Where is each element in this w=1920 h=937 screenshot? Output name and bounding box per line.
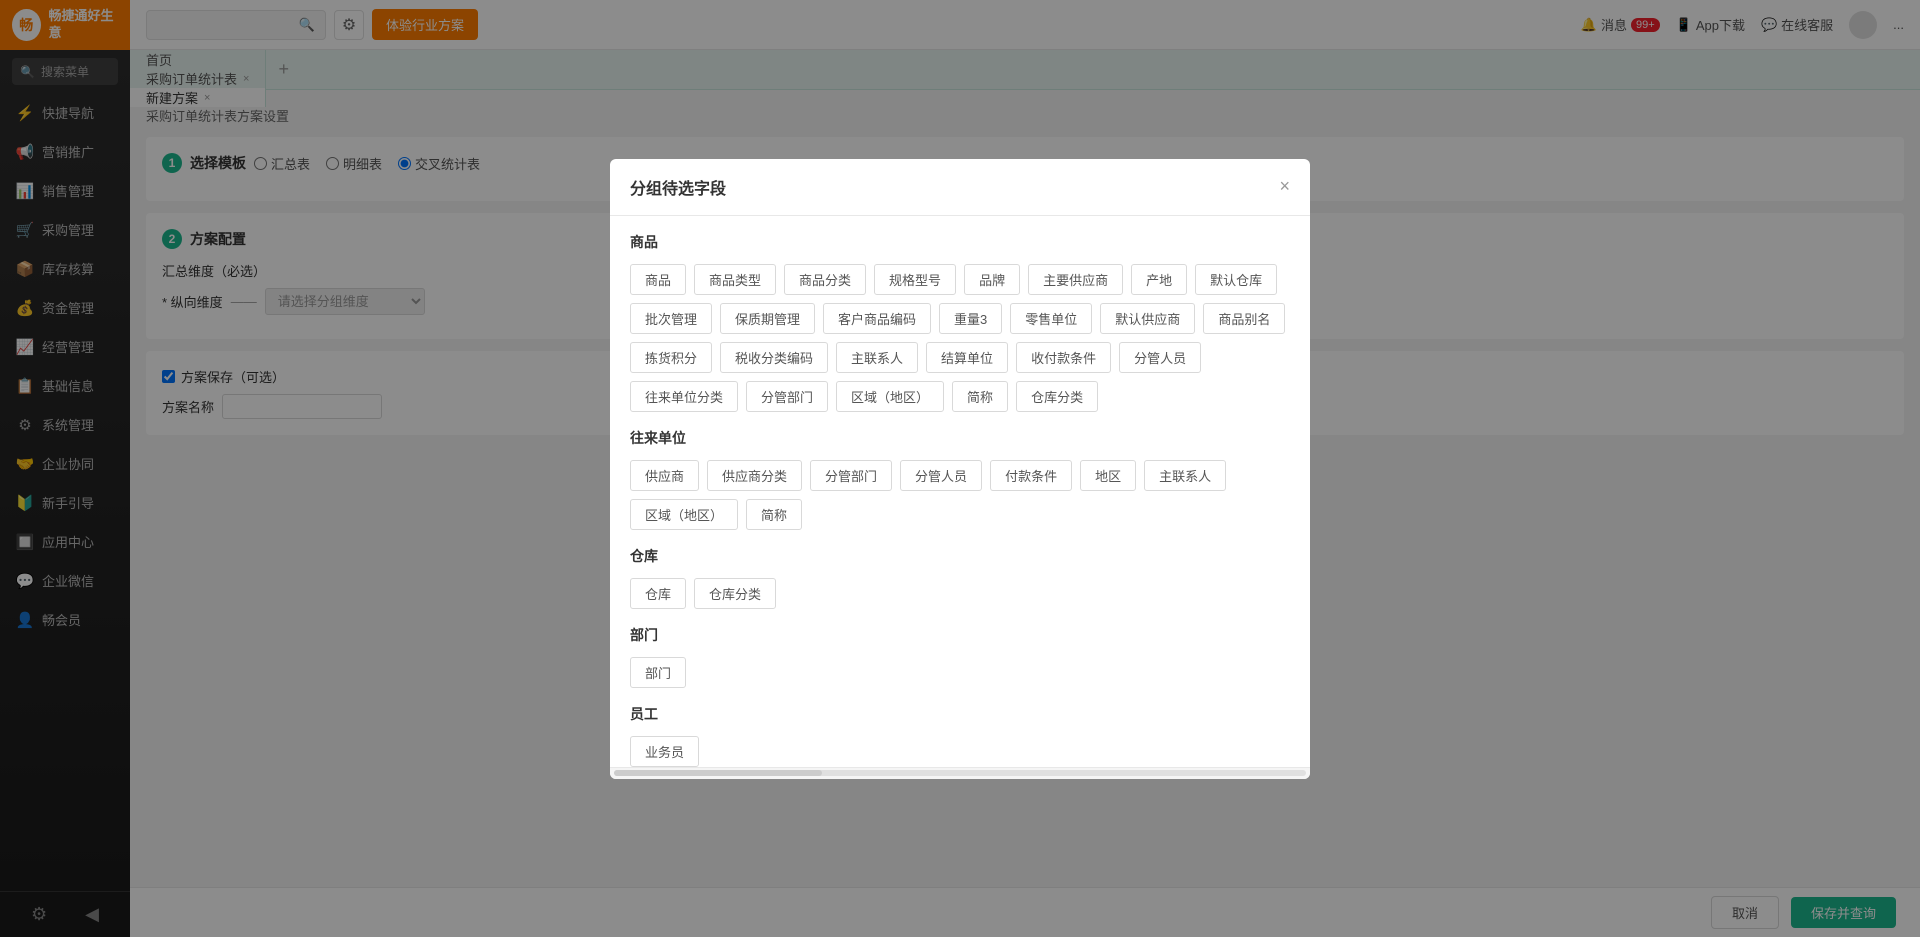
tag-item[interactable]: 供应商: [630, 460, 699, 491]
tag-grid-staff: 业务员: [630, 736, 1290, 767]
tag-grid-warehouse: 仓库仓库分类: [630, 578, 1290, 609]
tag-item[interactable]: 商品: [630, 264, 686, 295]
tag-item[interactable]: 分管部门: [810, 460, 892, 491]
tag-item[interactable]: 仓库分类: [1016, 381, 1098, 412]
tag-item[interactable]: 分管人员: [900, 460, 982, 491]
modal-overlay: 分组待选字段 × 商品商品商品类型商品分类规格型号品牌主要供应商产地默认仓库批次…: [0, 0, 1920, 937]
modal-body: 商品商品商品类型商品分类规格型号品牌主要供应商产地默认仓库批次管理保质期管理客户…: [610, 216, 1310, 767]
tag-item[interactable]: 简称: [952, 381, 1008, 412]
tag-item[interactable]: 部门: [630, 657, 686, 688]
tag-item[interactable]: 批次管理: [630, 303, 712, 334]
section-title-department: 部门: [630, 625, 1290, 645]
tag-item[interactable]: 区域（地区）: [836, 381, 944, 412]
tag-item[interactable]: 供应商分类: [707, 460, 802, 491]
tag-item[interactable]: 主联系人: [1144, 460, 1226, 491]
tag-item[interactable]: 保质期管理: [720, 303, 815, 334]
tag-item[interactable]: 往来单位分类: [630, 381, 738, 412]
tag-item[interactable]: 商品类型: [694, 264, 776, 295]
modal-scrollbar-track: [614, 770, 1306, 776]
tag-item[interactable]: 重量3: [939, 303, 1002, 334]
tag-item[interactable]: 地区: [1080, 460, 1136, 491]
tag-item[interactable]: 默认供应商: [1100, 303, 1195, 334]
tag-item[interactable]: 收付款条件: [1016, 342, 1111, 373]
modal-dialog: 分组待选字段 × 商品商品商品类型商品分类规格型号品牌主要供应商产地默认仓库批次…: [610, 159, 1310, 779]
tag-item[interactable]: 产地: [1131, 264, 1187, 295]
modal-header: 分组待选字段 ×: [610, 159, 1310, 216]
modal-bottom-scrollbar[interactable]: [610, 767, 1310, 779]
tag-item[interactable]: 简称: [746, 499, 802, 530]
tag-item[interactable]: 零售单位: [1010, 303, 1092, 334]
tag-grid-supplier: 供应商供应商分类分管部门分管人员付款条件地区主联系人区域（地区） 简称: [630, 460, 1290, 530]
tag-grid-department: 部门: [630, 657, 1290, 688]
tag-item[interactable]: 客户商品编码: [823, 303, 931, 334]
tag-item[interactable]: 仓库分类: [694, 578, 776, 609]
tag-item[interactable]: 主要供应商: [1028, 264, 1123, 295]
section-title-staff: 员工: [630, 704, 1290, 724]
tag-item[interactable]: 分管人员: [1119, 342, 1201, 373]
tag-item[interactable]: 规格型号: [874, 264, 956, 295]
tag-item[interactable]: 仓库: [630, 578, 686, 609]
section-title-warehouse: 仓库: [630, 546, 1290, 566]
modal-title: 分组待选字段: [630, 175, 726, 199]
tag-item[interactable]: 分管部门: [746, 381, 828, 412]
tag-item[interactable]: 拣货积分: [630, 342, 712, 373]
tag-grid-goods: 商品商品类型商品分类规格型号品牌主要供应商产地默认仓库批次管理保质期管理客户商品…: [630, 264, 1290, 412]
tag-item[interactable]: 品牌: [964, 264, 1020, 295]
tag-item[interactable]: 默认仓库: [1195, 264, 1277, 295]
tag-item[interactable]: 主联系人: [836, 342, 918, 373]
tag-item[interactable]: 业务员: [630, 736, 699, 767]
tag-item[interactable]: 商品分类: [784, 264, 866, 295]
section-title-supplier: 往来单位: [630, 428, 1290, 448]
tag-item[interactable]: 商品别名: [1203, 303, 1285, 334]
tag-item[interactable]: 税收分类编码: [720, 342, 828, 373]
section-title-goods: 商品: [630, 232, 1290, 252]
modal-scrollbar-thumb: [614, 770, 822, 776]
modal-close-button[interactable]: ×: [1279, 176, 1290, 197]
tag-item[interactable]: 付款条件: [990, 460, 1072, 491]
tag-item[interactable]: 区域（地区）: [630, 499, 738, 530]
tag-item[interactable]: 结算单位: [926, 342, 1008, 373]
